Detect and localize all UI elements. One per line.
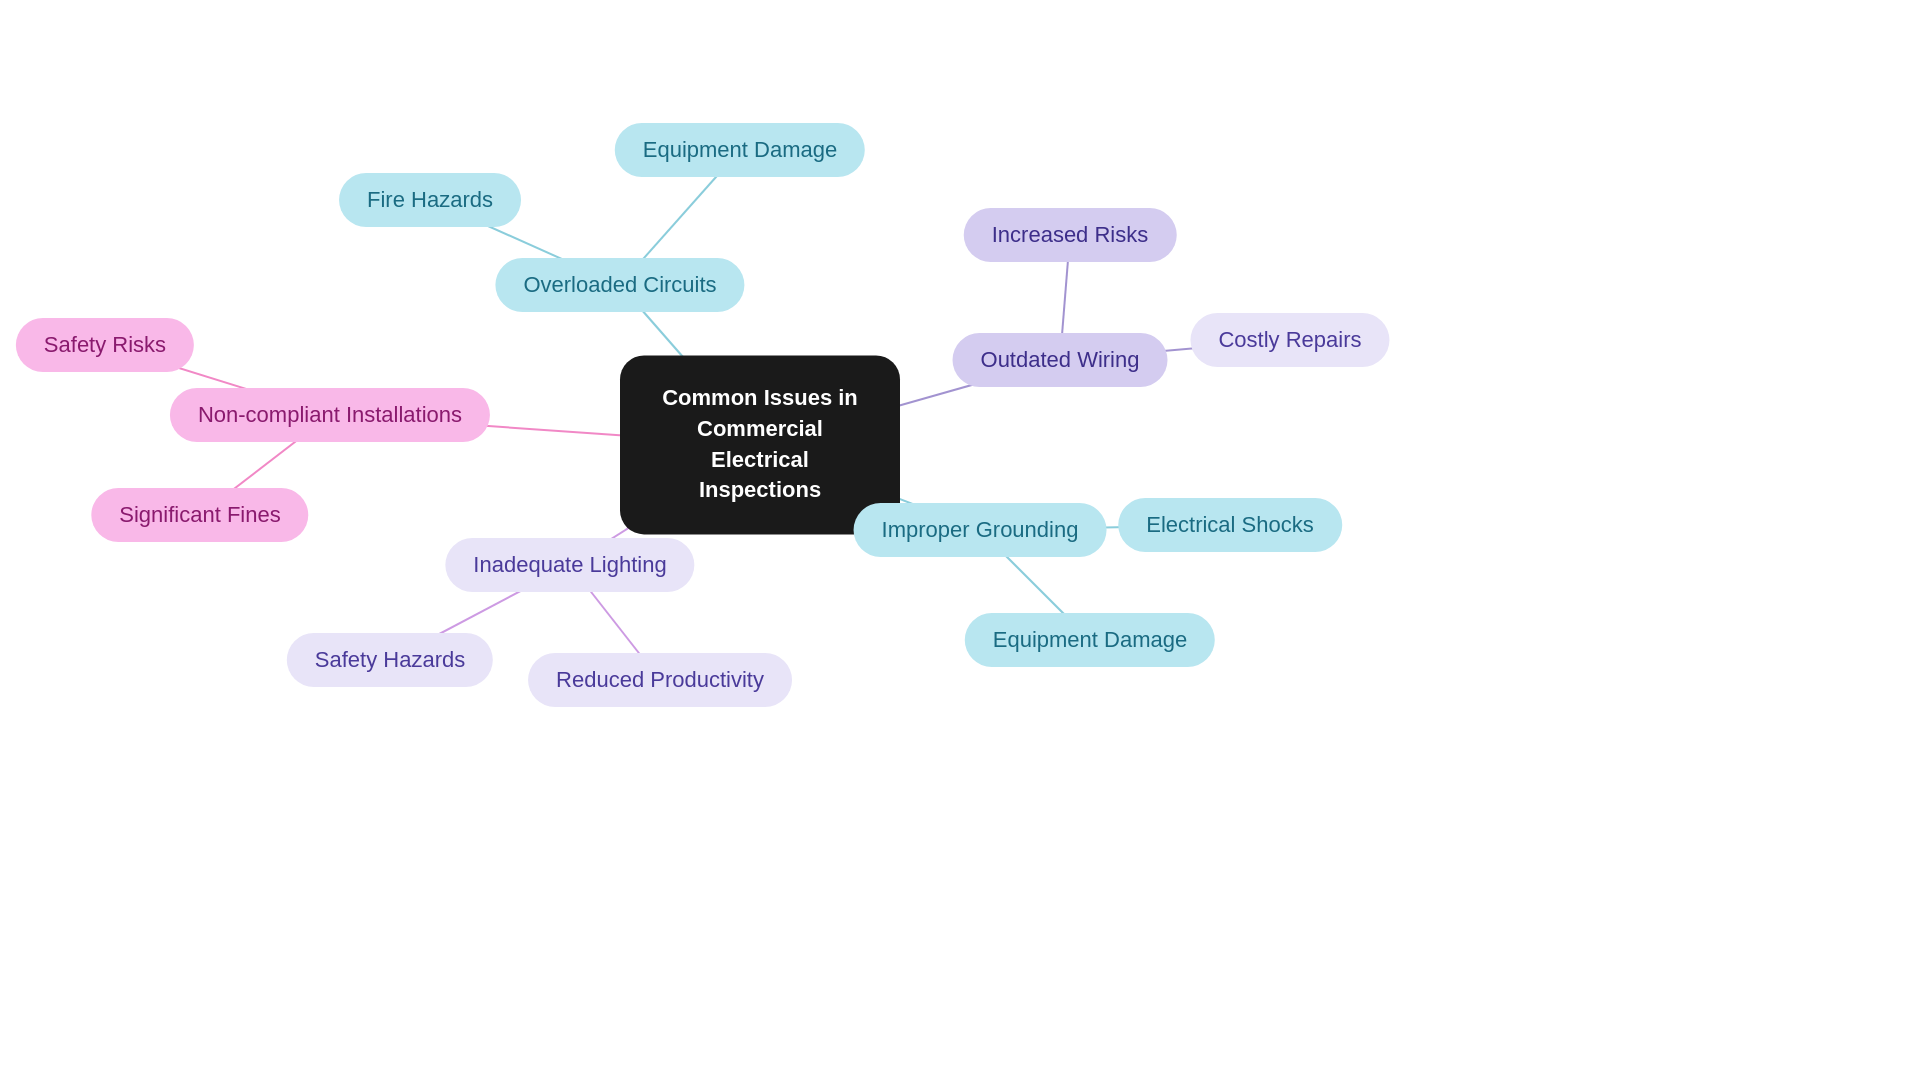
mindmap-container: Common Issues in Commercial Electrical I… bbox=[0, 0, 1920, 1083]
significant-fines-node: Significant Fines bbox=[91, 488, 308, 542]
overloaded-circuits-node: Overloaded Circuits bbox=[495, 258, 744, 312]
reduced-productivity-node: Reduced Productivity bbox=[528, 653, 792, 707]
equipment-damage-bottom-node: Equipment Damage bbox=[965, 613, 1215, 667]
fire-hazards-node: Fire Hazards bbox=[339, 173, 521, 227]
safety-risks-node: Safety Risks bbox=[16, 318, 194, 372]
center-node: Common Issues in Commercial Electrical I… bbox=[620, 355, 900, 534]
outdated-wiring-node: Outdated Wiring bbox=[953, 333, 1168, 387]
costly-repairs-node: Costly Repairs bbox=[1190, 313, 1389, 367]
electrical-shocks-node: Electrical Shocks bbox=[1118, 498, 1342, 552]
increased-risks-node: Increased Risks bbox=[964, 208, 1177, 262]
improper-grounding-node: Improper Grounding bbox=[854, 503, 1107, 557]
safety-hazards-node: Safety Hazards bbox=[287, 633, 493, 687]
non-compliant-node: Non-compliant Installations bbox=[170, 388, 490, 442]
equipment-damage-top-node: Equipment Damage bbox=[615, 123, 865, 177]
inadequate-lighting-node: Inadequate Lighting bbox=[445, 538, 694, 592]
